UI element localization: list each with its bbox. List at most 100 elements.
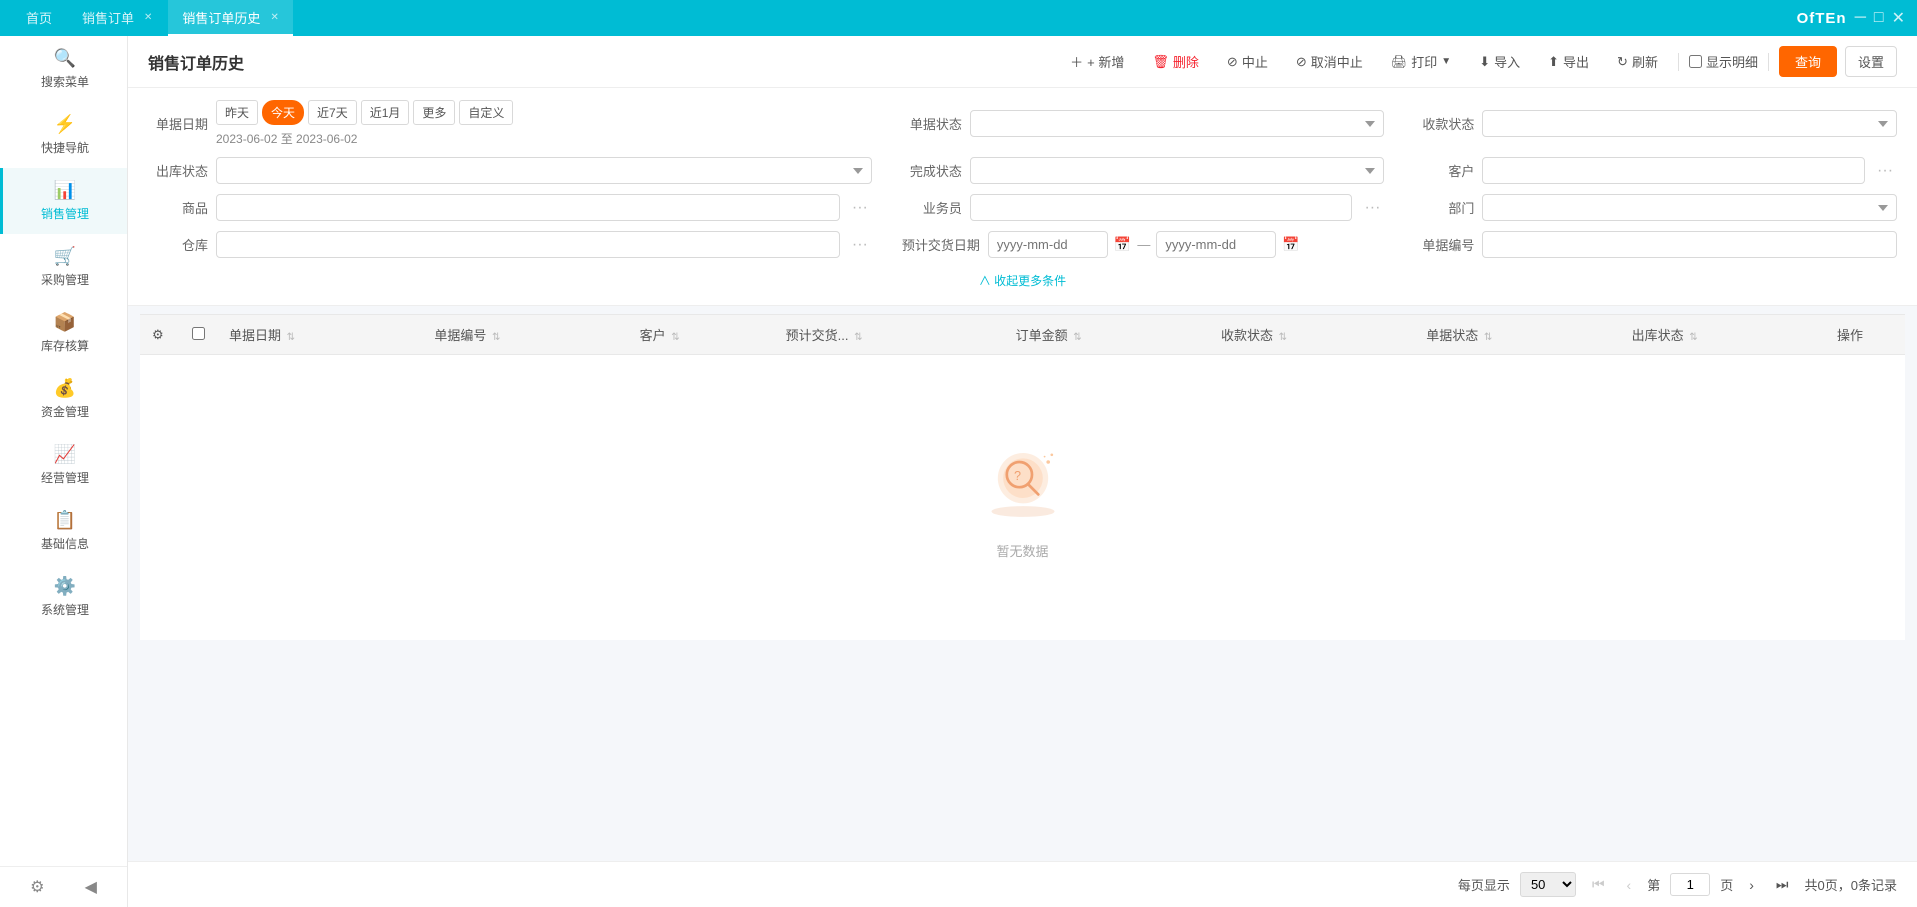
sidebar-item-purchase[interactable]: 🛒 采购管理 xyxy=(0,234,127,300)
th-out-status-sort[interactable]: ⇅ xyxy=(1689,332,1697,343)
sidebar-item-system[interactable]: ⚙️ 系统管理 xyxy=(0,564,127,630)
bill-status-select[interactable] xyxy=(970,110,1385,137)
sidebar-item-business-label: 经营管理 xyxy=(41,469,89,486)
receipt-status-label: 收款状态 xyxy=(1414,114,1474,133)
page-next-btn[interactable]: › xyxy=(1743,875,1760,895)
th-date-sort[interactable]: ⇅ xyxy=(287,332,295,343)
print-button[interactable]: 🖨 打印 ▼ xyxy=(1381,47,1461,76)
gear-icon[interactable]: ⚙ xyxy=(152,327,164,342)
filter-row-4: 仓库 ··· 预计交货日期 📅 — 📅 xyxy=(148,231,1897,258)
sidebar-item-nav-label: 快捷导航 xyxy=(41,139,89,156)
tab-sales-order-history[interactable]: 销售订单历史 ✕ xyxy=(168,0,292,36)
select-all-checkbox[interactable] xyxy=(192,327,205,340)
tab-sales-order[interactable]: 销售订单 ✕ xyxy=(68,0,166,36)
sales-icon: 📊 xyxy=(54,180,76,201)
warehouse-input[interactable] xyxy=(216,231,840,258)
delete-icon: 🗑 xyxy=(1152,54,1169,70)
filter-complete-status: 完成状态 xyxy=(902,157,1385,184)
cancel-stop-label: 取消中止 xyxy=(1311,52,1363,71)
sidebar-item-inventory[interactable]: 📦 库存核算 xyxy=(0,300,127,366)
complete-status-select[interactable] xyxy=(970,157,1385,184)
sidebar-item-purchase-label: 采购管理 xyxy=(41,271,89,288)
page-first-btn[interactable]: ⏮ xyxy=(1586,874,1611,895)
print-icon: 🖨 xyxy=(1391,54,1408,70)
date-btn-7days[interactable]: 近7天 xyxy=(308,100,357,125)
calendar-end-icon[interactable]: 📅 xyxy=(1282,236,1299,253)
collapse-row[interactable]: ∧ 收起更多条件 xyxy=(148,268,1897,293)
tab-home[interactable]: 首页 xyxy=(12,0,66,36)
th-expected-sort[interactable]: ⇅ xyxy=(854,332,862,343)
date-btn-today[interactable]: 今天 xyxy=(262,100,304,125)
sidebar-item-finance[interactable]: 💰 资金管理 xyxy=(0,366,127,432)
date-label: 单据日期 xyxy=(148,114,208,133)
sidebar-item-basic-info[interactable]: 📋 基础信息 xyxy=(0,498,127,564)
th-bill-status-sort[interactable]: ⇅ xyxy=(1484,332,1492,343)
sidebar-settings-icon[interactable]: ⚙ xyxy=(30,877,44,897)
complete-status-label: 完成状态 xyxy=(902,161,962,180)
th-number-sort[interactable]: ⇅ xyxy=(492,332,500,343)
customer-dots[interactable]: ··· xyxy=(1873,162,1897,180)
filter-out-status: 出库状态 xyxy=(148,157,872,184)
sidebar-item-business[interactable]: 📈 经营管理 xyxy=(0,432,127,498)
settings-button[interactable]: 设置 xyxy=(1845,46,1897,77)
refresh-button[interactable]: ↻ 刷新 xyxy=(1607,47,1668,76)
page-prev-btn[interactable]: ‹ xyxy=(1621,875,1638,895)
sidebar-collapse-icon[interactable]: ◀ xyxy=(85,877,97,897)
date-btn-yesterday[interactable]: 昨天 xyxy=(216,100,258,125)
import-button[interactable]: ⬇ 导入 xyxy=(1469,47,1530,76)
tab-sales-order-close[interactable]: ✕ xyxy=(144,12,152,23)
cancel-stop-button[interactable]: ⊘ 取消中止 xyxy=(1286,47,1373,76)
product-dots[interactable]: ··· xyxy=(848,199,872,217)
th-customer-sort[interactable]: ⇅ xyxy=(671,332,679,343)
page-last-btn[interactable]: ⏭ xyxy=(1770,874,1795,895)
stop-icon: ⊘ xyxy=(1227,54,1238,70)
th-receipt-status-label: 收款状态 xyxy=(1221,328,1273,343)
tab-sales-order-history-close[interactable]: ✕ xyxy=(270,12,278,23)
date-options: 昨天 今天 近7天 近1月 更多 自定义 xyxy=(216,100,872,125)
page-input[interactable] xyxy=(1670,873,1710,896)
export-button[interactable]: ⬆ 导出 xyxy=(1538,47,1599,76)
basic-info-icon: 📋 xyxy=(54,510,76,531)
sidebar-item-nav[interactable]: ⚡ 快捷导航 xyxy=(0,102,127,168)
date-btn-1month[interactable]: 近1月 xyxy=(361,100,410,125)
table-footer: 每页显示 50 10 20 100 ⏮ ‹ 第 页 › ⏭ 共0页，0条记录 xyxy=(128,861,1917,907)
sidebar: 🔍 搜索菜单 ⚡ 快捷导航 📊 销售管理 🛒 采购管理 📦 库存核算 💰 资金管… xyxy=(0,36,128,907)
window-close[interactable]: ✕ xyxy=(1892,8,1905,28)
department-select[interactable] xyxy=(1482,194,1897,221)
stop-button[interactable]: ⊘ 中止 xyxy=(1217,47,1278,76)
filter-receipt-status: 收款状态 xyxy=(1414,110,1897,137)
query-button[interactable]: 查询 xyxy=(1779,46,1837,77)
out-status-select[interactable] xyxy=(216,157,872,184)
salesperson-dots[interactable]: ··· xyxy=(1360,199,1384,217)
date-btn-custom[interactable]: 自定义 xyxy=(459,100,513,125)
svg-text:?: ? xyxy=(1014,469,1021,483)
date-btn-more[interactable]: 更多 xyxy=(413,100,455,125)
main-layout: 🔍 搜索菜单 ⚡ 快捷导航 📊 销售管理 🛒 采购管理 📦 库存核算 💰 资金管… xyxy=(0,36,1917,907)
expected-date-start[interactable] xyxy=(988,231,1108,258)
product-input[interactable] xyxy=(216,194,840,221)
customer-input[interactable] xyxy=(1482,157,1865,184)
th-operation-label: 操作 xyxy=(1837,328,1863,343)
divider2 xyxy=(1768,53,1769,71)
th-amount-sort[interactable]: ⇅ xyxy=(1073,332,1081,343)
salesperson-input[interactable] xyxy=(970,194,1353,221)
calendar-start-icon[interactable]: 📅 xyxy=(1114,236,1131,253)
bill-number-input[interactable] xyxy=(1482,231,1897,258)
receipt-status-select[interactable] xyxy=(1482,110,1897,137)
sidebar-item-search[interactable]: 🔍 搜索菜单 xyxy=(0,36,127,102)
page-label: 第 xyxy=(1647,875,1660,894)
warehouse-dots[interactable]: ··· xyxy=(848,236,872,254)
filter-row-1: 单据日期 昨天 今天 近7天 近1月 更多 自定义 2023-06-02 至 2… xyxy=(148,100,1897,147)
finance-icon: 💰 xyxy=(54,378,76,399)
expected-date-end[interactable] xyxy=(1156,231,1276,258)
add-button[interactable]: ＋ + 新增 xyxy=(1060,47,1134,76)
per-page-select[interactable]: 50 10 20 100 xyxy=(1520,872,1576,897)
window-maximize[interactable]: □ xyxy=(1874,9,1884,27)
show-detail-checkbox[interactable] xyxy=(1689,55,1702,68)
sidebar-item-sales[interactable]: 📊 销售管理 xyxy=(0,168,127,234)
empty-row: ? 暂无数据 xyxy=(140,355,1905,641)
delete-button[interactable]: 🗑 删除 xyxy=(1142,47,1209,76)
th-receipt-status-sort[interactable]: ⇅ xyxy=(1279,332,1287,343)
th-expected-label: 预计交货... xyxy=(786,328,849,343)
window-minimize[interactable]: ─ xyxy=(1855,9,1866,27)
